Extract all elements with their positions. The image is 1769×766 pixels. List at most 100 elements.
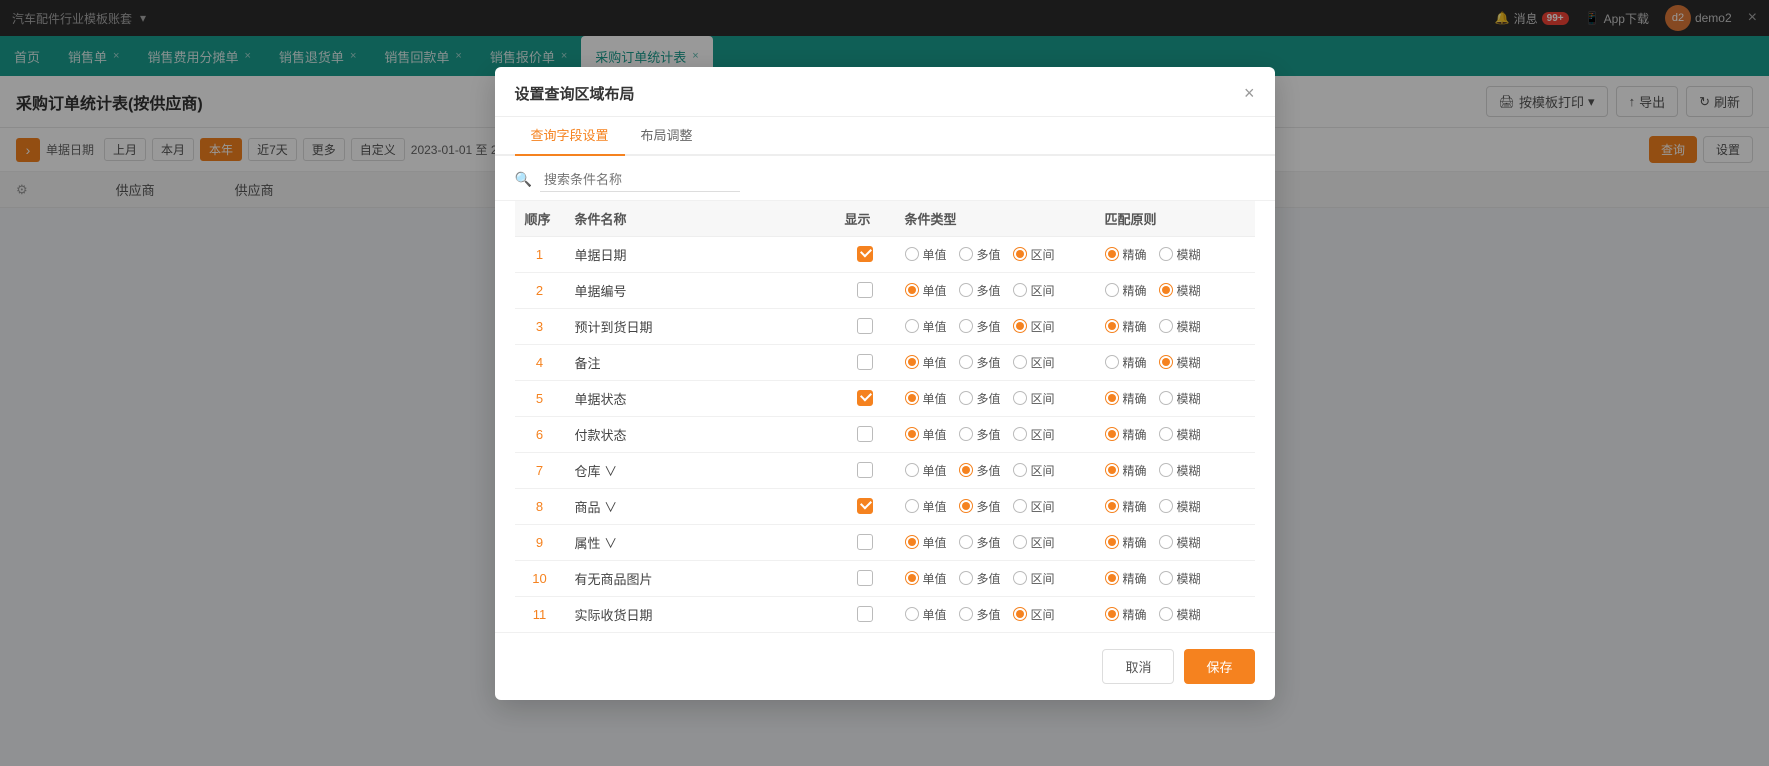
display-checkbox[interactable] (857, 606, 873, 622)
type-radio-区间[interactable]: 区间 (1013, 318, 1055, 335)
type-radio-区间[interactable]: 区间 (1013, 462, 1055, 479)
match-radio-精确[interactable]: 精确 (1105, 534, 1147, 551)
cancel-btn[interactable]: 取消 (1102, 649, 1174, 684)
type-radio-区间[interactable]: 区间 (1013, 282, 1055, 299)
match-radio-模糊[interactable]: 模糊 (1159, 426, 1201, 443)
type-radio-区间[interactable]: 区间 (1013, 570, 1055, 587)
match-radio-精确[interactable]: 精确 (1105, 282, 1147, 299)
type-radio-单值[interactable]: 单值 (905, 426, 947, 443)
row-order: 2 (515, 272, 565, 308)
radio-label: 区间 (1031, 354, 1055, 371)
type-radio-区间[interactable]: 区间 (1013, 426, 1055, 443)
match-radio-模糊[interactable]: 模糊 (1159, 390, 1201, 407)
dialog-search: 🔍 (495, 156, 1275, 201)
match-radio-精确[interactable]: 精确 (1105, 390, 1147, 407)
display-checkbox[interactable] (857, 354, 873, 370)
type-radio-多值[interactable]: 多值 (959, 534, 1001, 551)
type-radio-区间[interactable]: 区间 (1013, 534, 1055, 551)
match-radio-精确[interactable]: 精确 (1105, 462, 1147, 479)
type-radio-单值[interactable]: 单值 (905, 534, 947, 551)
row-display[interactable] (835, 416, 895, 452)
type-radio-多值[interactable]: 多值 (959, 462, 1001, 479)
match-radio-精确[interactable]: 精确 (1105, 426, 1147, 443)
type-radio-区间[interactable]: 区间 (1013, 246, 1055, 263)
radio-dot (959, 247, 973, 261)
radio-dot (1159, 427, 1173, 441)
type-radio-单值[interactable]: 单值 (905, 606, 947, 623)
radio-dot (1159, 571, 1173, 585)
type-radio-多值[interactable]: 多值 (959, 426, 1001, 443)
display-checkbox[interactable] (857, 498, 873, 514)
table-row: 7仓库 ∨单值多值区间精确模糊 (515, 452, 1255, 488)
search-icon: 🔍 (515, 171, 532, 188)
match-radio-精确[interactable]: 精确 (1105, 498, 1147, 515)
display-checkbox[interactable] (857, 570, 873, 586)
row-display[interactable] (835, 308, 895, 344)
type-radio-区间[interactable]: 区间 (1013, 606, 1055, 623)
type-radio-单值[interactable]: 单值 (905, 570, 947, 587)
display-checkbox[interactable] (857, 390, 873, 406)
row-display[interactable] (835, 452, 895, 488)
search-input[interactable] (540, 168, 740, 192)
type-radio-单值[interactable]: 单值 (905, 498, 947, 515)
type-radio-多值[interactable]: 多值 (959, 498, 1001, 515)
type-radio-单值[interactable]: 单值 (905, 354, 947, 371)
row-match: 精确模糊 (1095, 308, 1255, 344)
type-radio-单值[interactable]: 单值 (905, 246, 947, 263)
display-checkbox[interactable] (857, 282, 873, 298)
table-row: 9属性 ∨单值多值区间精确模糊 (515, 524, 1255, 560)
match-radio-精确[interactable]: 精确 (1105, 606, 1147, 623)
match-radio-模糊[interactable]: 模糊 (1159, 606, 1201, 623)
match-radio-模糊[interactable]: 模糊 (1159, 282, 1201, 299)
radio-dot (1105, 607, 1119, 621)
radio-label: 单值 (923, 498, 947, 515)
row-match: 精确模糊 (1095, 380, 1255, 416)
type-radio-多值[interactable]: 多值 (959, 570, 1001, 587)
save-btn[interactable]: 保存 (1184, 649, 1254, 684)
type-radio-多值[interactable]: 多值 (959, 390, 1001, 407)
display-checkbox[interactable] (857, 318, 873, 334)
display-checkbox[interactable] (857, 534, 873, 550)
row-display[interactable] (835, 272, 895, 308)
display-checkbox[interactable] (857, 426, 873, 442)
match-radio-模糊[interactable]: 模糊 (1159, 570, 1201, 587)
type-radio-区间[interactable]: 区间 (1013, 390, 1055, 407)
row-display[interactable] (835, 488, 895, 524)
type-radio-多值[interactable]: 多值 (959, 246, 1001, 263)
row-display[interactable] (835, 236, 895, 272)
type-radio-单值[interactable]: 单值 (905, 390, 947, 407)
type-radio-多值[interactable]: 多值 (959, 282, 1001, 299)
match-radio-精确[interactable]: 精确 (1105, 246, 1147, 263)
match-radio-模糊[interactable]: 模糊 (1159, 534, 1201, 551)
row-display[interactable] (835, 380, 895, 416)
match-radio-模糊[interactable]: 模糊 (1159, 318, 1201, 335)
type-radio-多值[interactable]: 多值 (959, 318, 1001, 335)
type-radio-区间[interactable]: 区间 (1013, 498, 1055, 515)
row-type: 单值多值区间 (895, 380, 1095, 416)
type-radio-单值[interactable]: 单值 (905, 462, 947, 479)
radio-label: 多值 (977, 534, 1001, 551)
type-radio-多值[interactable]: 多值 (959, 354, 1001, 371)
dialog-tab-fields[interactable]: 查询字段设置 (515, 115, 625, 156)
match-radio-精确[interactable]: 精确 (1105, 354, 1147, 371)
row-display[interactable] (835, 524, 895, 560)
row-display[interactable] (835, 344, 895, 380)
match-radio-模糊[interactable]: 模糊 (1159, 354, 1201, 371)
row-display[interactable] (835, 596, 895, 632)
type-radio-单值[interactable]: 单值 (905, 282, 947, 299)
type-radio-多值[interactable]: 多值 (959, 606, 1001, 623)
type-radio-单值[interactable]: 单值 (905, 318, 947, 335)
match-radio-精确[interactable]: 精确 (1105, 570, 1147, 587)
radio-dot (1159, 355, 1173, 369)
type-radio-区间[interactable]: 区间 (1013, 354, 1055, 371)
match-radio-模糊[interactable]: 模糊 (1159, 498, 1201, 515)
row-display[interactable] (835, 560, 895, 596)
display-checkbox[interactable] (857, 462, 873, 478)
dialog-close-btn[interactable]: × (1244, 83, 1255, 116)
match-radio-模糊[interactable]: 模糊 (1159, 462, 1201, 479)
match-radio-精确[interactable]: 精确 (1105, 318, 1147, 335)
match-radio-模糊[interactable]: 模糊 (1159, 246, 1201, 263)
dialog-tab-layout[interactable]: 布局调整 (625, 115, 709, 156)
display-checkbox[interactable] (857, 246, 873, 262)
th-display: 显示 (835, 201, 895, 237)
